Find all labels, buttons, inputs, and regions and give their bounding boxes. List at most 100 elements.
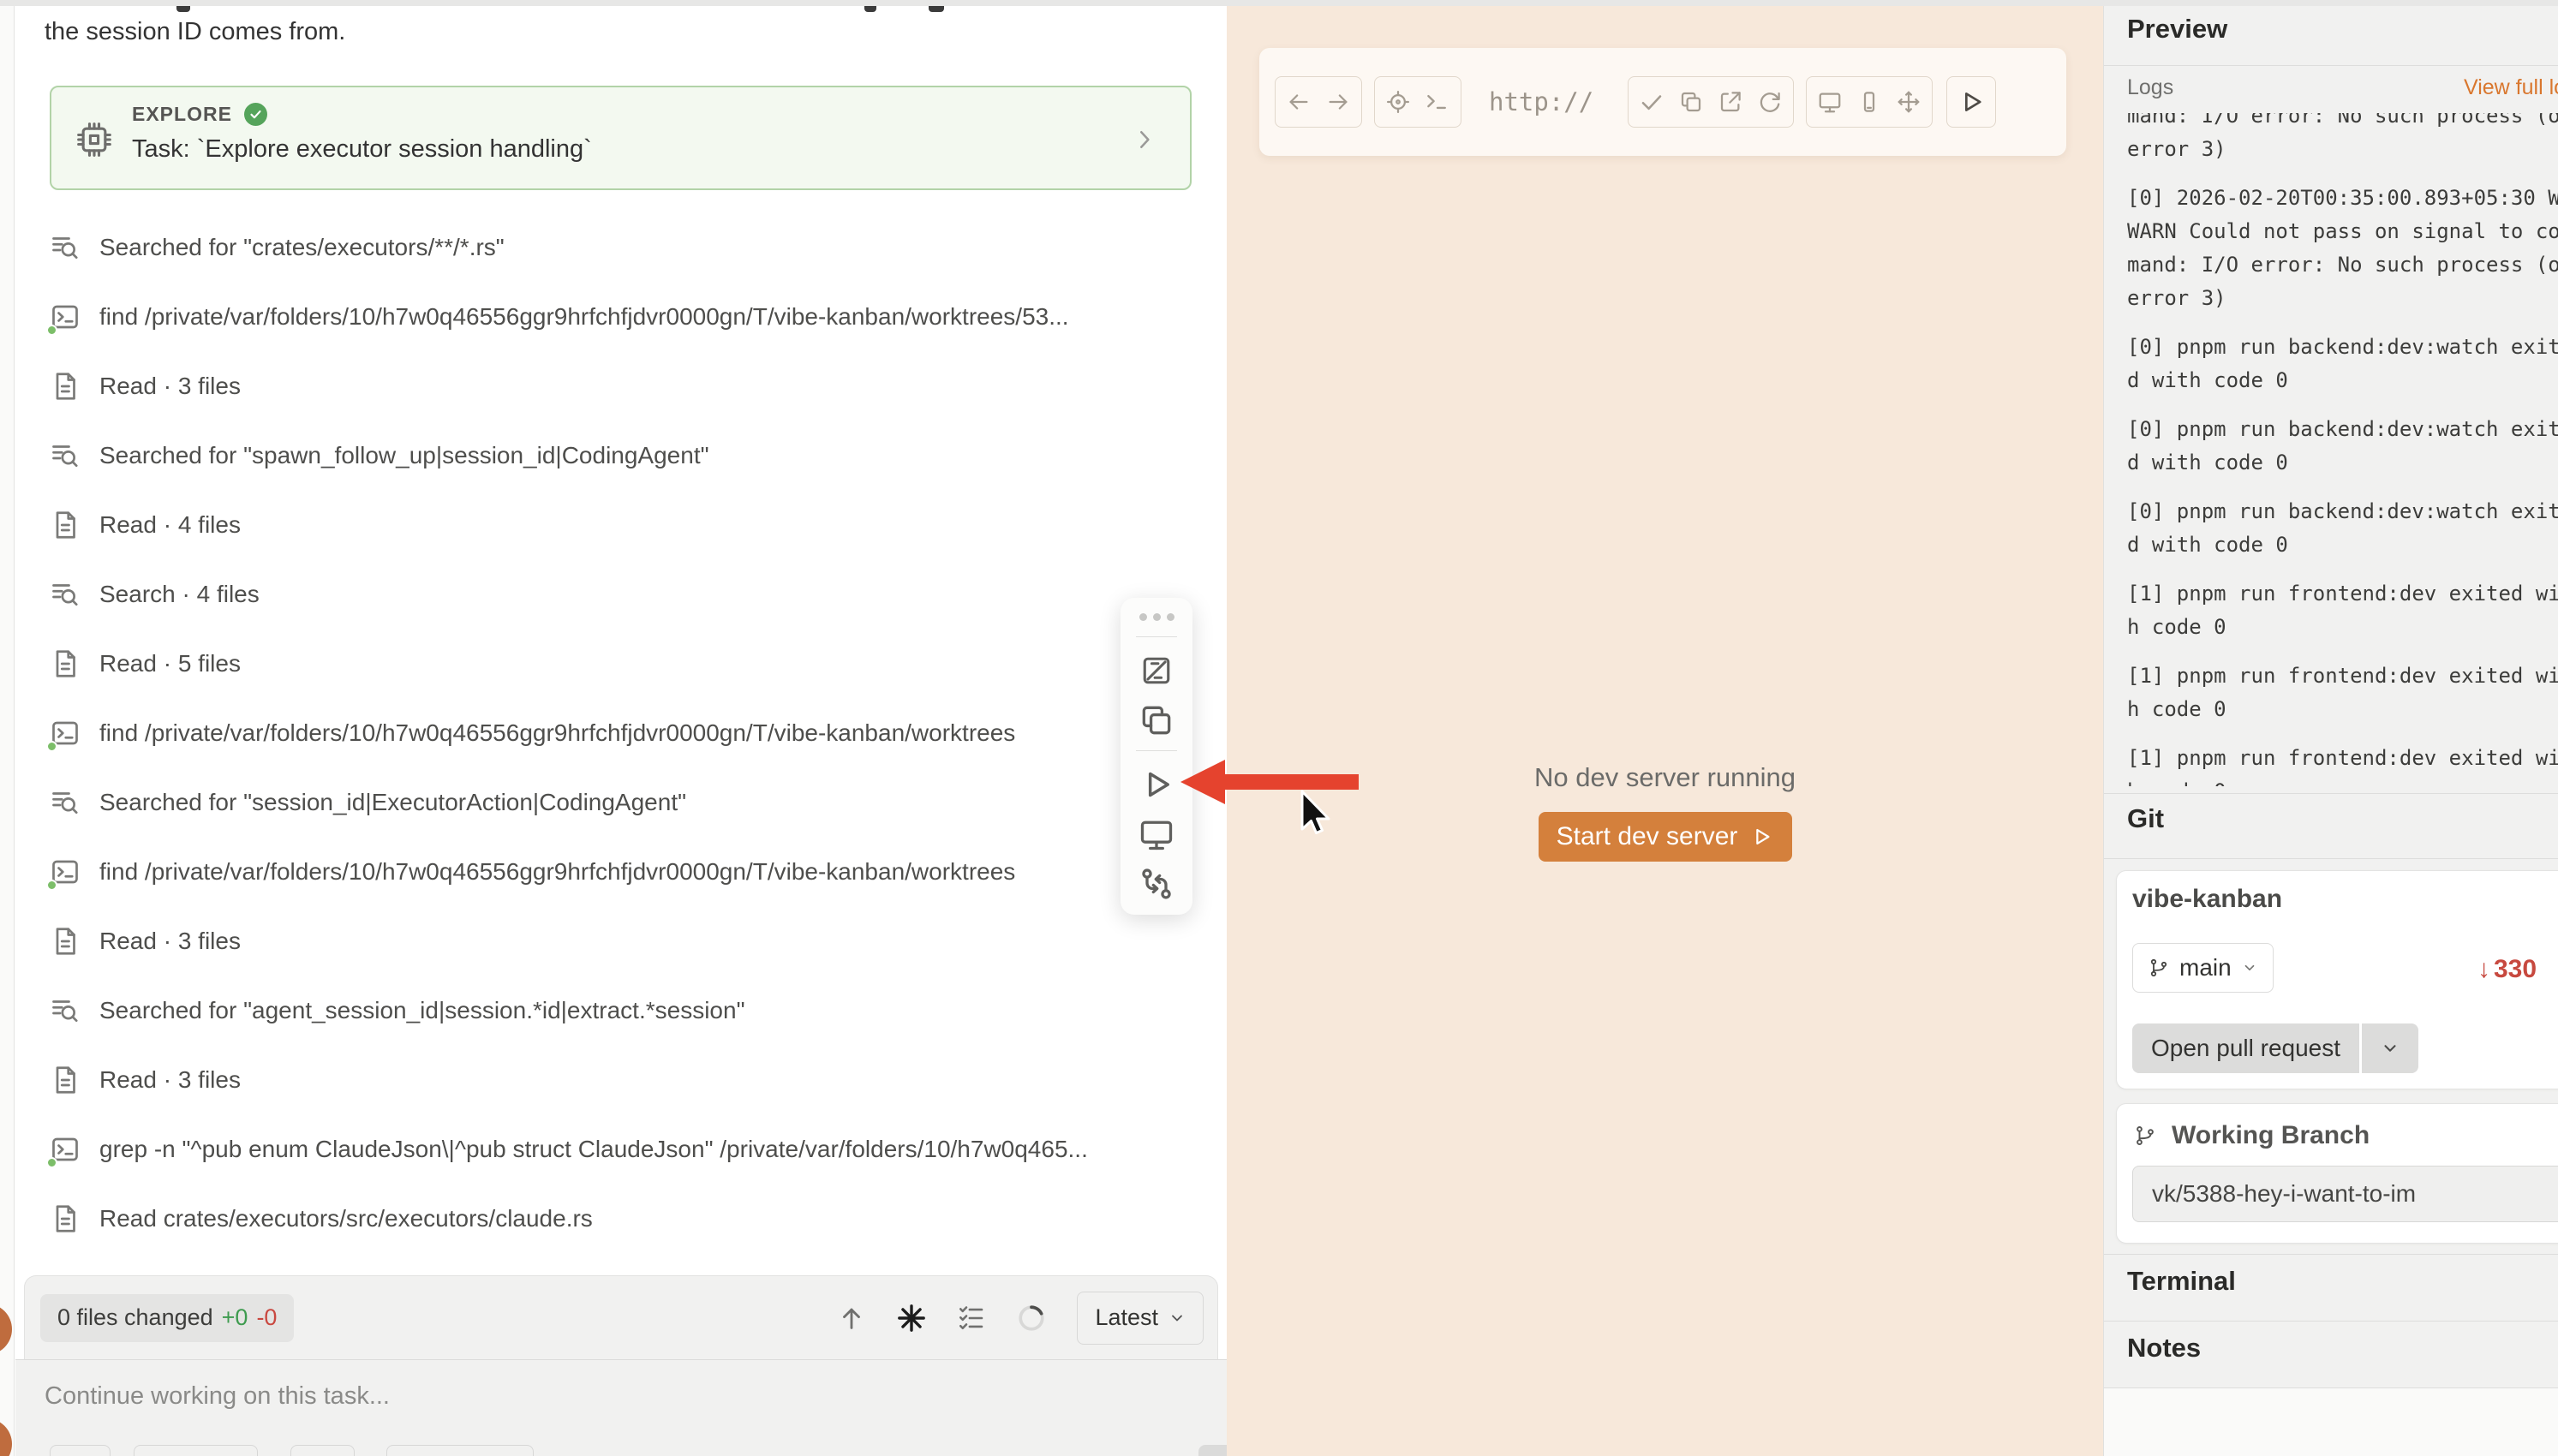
terminal-icon: [46, 301, 81, 336]
version-dropdown[interactable]: Latest: [1077, 1291, 1204, 1345]
list-item[interactable]: grep -n "^pub enum ClaudeJson\|^pub stru…: [46, 1114, 1198, 1184]
list-item[interactable]: find /private/var/folders/10/h7w0q46556g…: [46, 837, 1198, 906]
list-item[interactable]: find /private/var/folders/10/h7w0q46556g…: [46, 282, 1198, 351]
pr-options-dropdown[interactable]: [2362, 1023, 2419, 1073]
chevron-right-icon[interactable]: [1132, 127, 1157, 152]
list-item[interactable]: Search · 4 files: [50, 559, 1198, 629]
copy-icon[interactable]: [1138, 701, 1175, 739]
working-branch-field[interactable]: vk/5388-hey-i-want-to-im: [2132, 1166, 2558, 1222]
preview-pane: http:// No dev server running Start dev …: [1227, 0, 2103, 1456]
refresh-icon[interactable]: [1757, 89, 1783, 115]
search-icon: [50, 232, 81, 263]
app-window: the session ID comes from. EXPLORE Task:…: [0, 0, 2558, 1456]
start-dev-server-button[interactable]: Start dev server: [1538, 812, 1792, 862]
divider: [2104, 1254, 2558, 1255]
rail-avatar-partial[interactable]: [0, 1304, 12, 1355]
composer-button-partial[interactable]: [386, 1445, 534, 1456]
status-dot: [46, 324, 57, 336]
drag-handle[interactable]: [1139, 613, 1174, 621]
file-icon: [50, 926, 81, 957]
terminal-section-header[interactable]: Terminal: [2127, 1266, 2236, 1297]
file-icon: [50, 648, 81, 679]
confirm-icon[interactable]: [1639, 89, 1664, 115]
files-changed-badge[interactable]: 0 files changed +0 -0: [40, 1293, 295, 1342]
assistant-message-text: the session ID comes from.: [45, 18, 346, 45]
list-item[interactable]: Searched for "spawn_follow_up|session_id…: [50, 421, 1198, 490]
rail-avatar-partial[interactable]: [0, 1418, 12, 1456]
list-item[interactable]: Searched for "session_id|ExecutorAction|…: [50, 767, 1198, 837]
list-item[interactable]: Read crates/executors/src/executors/clau…: [50, 1184, 1198, 1253]
play-icon[interactable]: [1138, 766, 1175, 803]
file-icon: [50, 1065, 81, 1095]
open-pull-request-button[interactable]: Open pull request: [2132, 1023, 2360, 1073]
file-icon: [50, 371, 81, 402]
run-button[interactable]: [1946, 76, 1997, 128]
open-external-icon[interactable]: [1718, 89, 1743, 115]
composer-button-partial[interactable]: [50, 1445, 111, 1456]
list-item[interactable]: Read · 3 files: [50, 351, 1198, 421]
file-icon: [50, 510, 81, 540]
message-composer[interactable]: Continue working on this task...: [15, 1359, 1227, 1456]
scroll-to-top-button[interactable]: [837, 1304, 866, 1333]
agent-activity-list: Searched for "crates/executors/**/*.rs" …: [46, 212, 1198, 1322]
locate-icon[interactable]: [1385, 89, 1411, 115]
base-branch-dropdown[interactable]: main: [2132, 943, 2274, 993]
monitor-icon[interactable]: [1138, 815, 1175, 853]
desktop-view-icon[interactable]: [1817, 89, 1843, 115]
success-check-icon: [243, 103, 267, 126]
mobile-view-icon[interactable]: [1856, 89, 1882, 115]
move-icon[interactable]: [1896, 89, 1921, 115]
clean-screenshot-icon[interactable]: [1138, 652, 1175, 689]
url-input[interactable]: http://: [1489, 87, 1593, 116]
git-repo-card: vibe-kanban main ↓ 330 Open pull request: [2116, 870, 2558, 1089]
back-button[interactable]: [1286, 89, 1312, 115]
search-icon: [50, 440, 81, 471]
deletions-count: -0: [256, 1304, 278, 1330]
notes-section-header[interactable]: Notes: [2127, 1333, 2201, 1364]
divider: [2104, 793, 2558, 794]
list-item[interactable]: Read · 3 files: [50, 906, 1198, 976]
terminal-icon: [46, 856, 81, 891]
list-item[interactable]: Searched for "crates/executors/**/*.rs": [50, 212, 1198, 282]
window-top-strip: [0, 0, 2558, 6]
chevron-down-icon: [1168, 1310, 1186, 1327]
repo-name: vibe-kanban: [2132, 885, 2283, 913]
terminal-icon: [46, 1134, 81, 1168]
terminal-prompt-icon[interactable]: [1425, 89, 1450, 115]
git-compare-icon[interactable]: [1138, 865, 1175, 903]
explore-task-card[interactable]: EXPLORE Task: `Explore executor session …: [50, 86, 1192, 190]
send-button-partial[interactable]: [1198, 1445, 1227, 1456]
search-icon: [50, 579, 81, 610]
checklist-icon[interactable]: [957, 1304, 986, 1333]
list-item[interactable]: Read · 4 files: [50, 490, 1198, 559]
sidebar-title: Preview: [2127, 14, 2228, 44]
copy-icon[interactable]: [1678, 89, 1704, 115]
composer-button-partial[interactable]: [290, 1445, 355, 1456]
down-arrow-icon: ↓: [2477, 955, 2490, 983]
divider: [2104, 1321, 2558, 1322]
chevron-down-icon: [2242, 960, 2257, 976]
changes-bar: 0 files changed +0 -0 Latest: [24, 1275, 1218, 1359]
divider: [1136, 750, 1177, 751]
list-item[interactable]: Read · 3 files: [50, 1045, 1198, 1114]
status-dot: [46, 740, 57, 752]
sparkle-icon[interactable]: [897, 1304, 926, 1333]
chevron-down-icon: [2381, 1039, 2400, 1058]
notes-body-empty: [2104, 1388, 2558, 1456]
logs-label: Logs: [2127, 75, 2174, 99]
forward-button[interactable]: [1325, 89, 1351, 115]
mouse-cursor: [1300, 790, 1330, 834]
list-item[interactable]: Read · 5 files: [50, 629, 1198, 698]
logs-output[interactable]: mand: I/O error: No such process (os err…: [2127, 113, 2558, 786]
task-card-label: EXPLORE: [132, 103, 232, 125]
status-dot: [46, 1156, 57, 1168]
list-item[interactable]: Searched for "agent_session_id|session.*…: [50, 976, 1198, 1045]
git-section-header[interactable]: Git: [2127, 803, 2164, 834]
terminal-icon: [46, 718, 81, 752]
search-icon: [50, 787, 81, 818]
list-item[interactable]: find /private/var/folders/10/h7w0q46556g…: [46, 698, 1198, 767]
composer-button-partial[interactable]: [134, 1445, 258, 1456]
view-full-logs-link[interactable]: View full logs: [2464, 75, 2558, 100]
details-sidebar: Preview Logs View full logs mand: I/O er…: [2103, 0, 2558, 1456]
git-branch-icon: [2149, 958, 2169, 978]
